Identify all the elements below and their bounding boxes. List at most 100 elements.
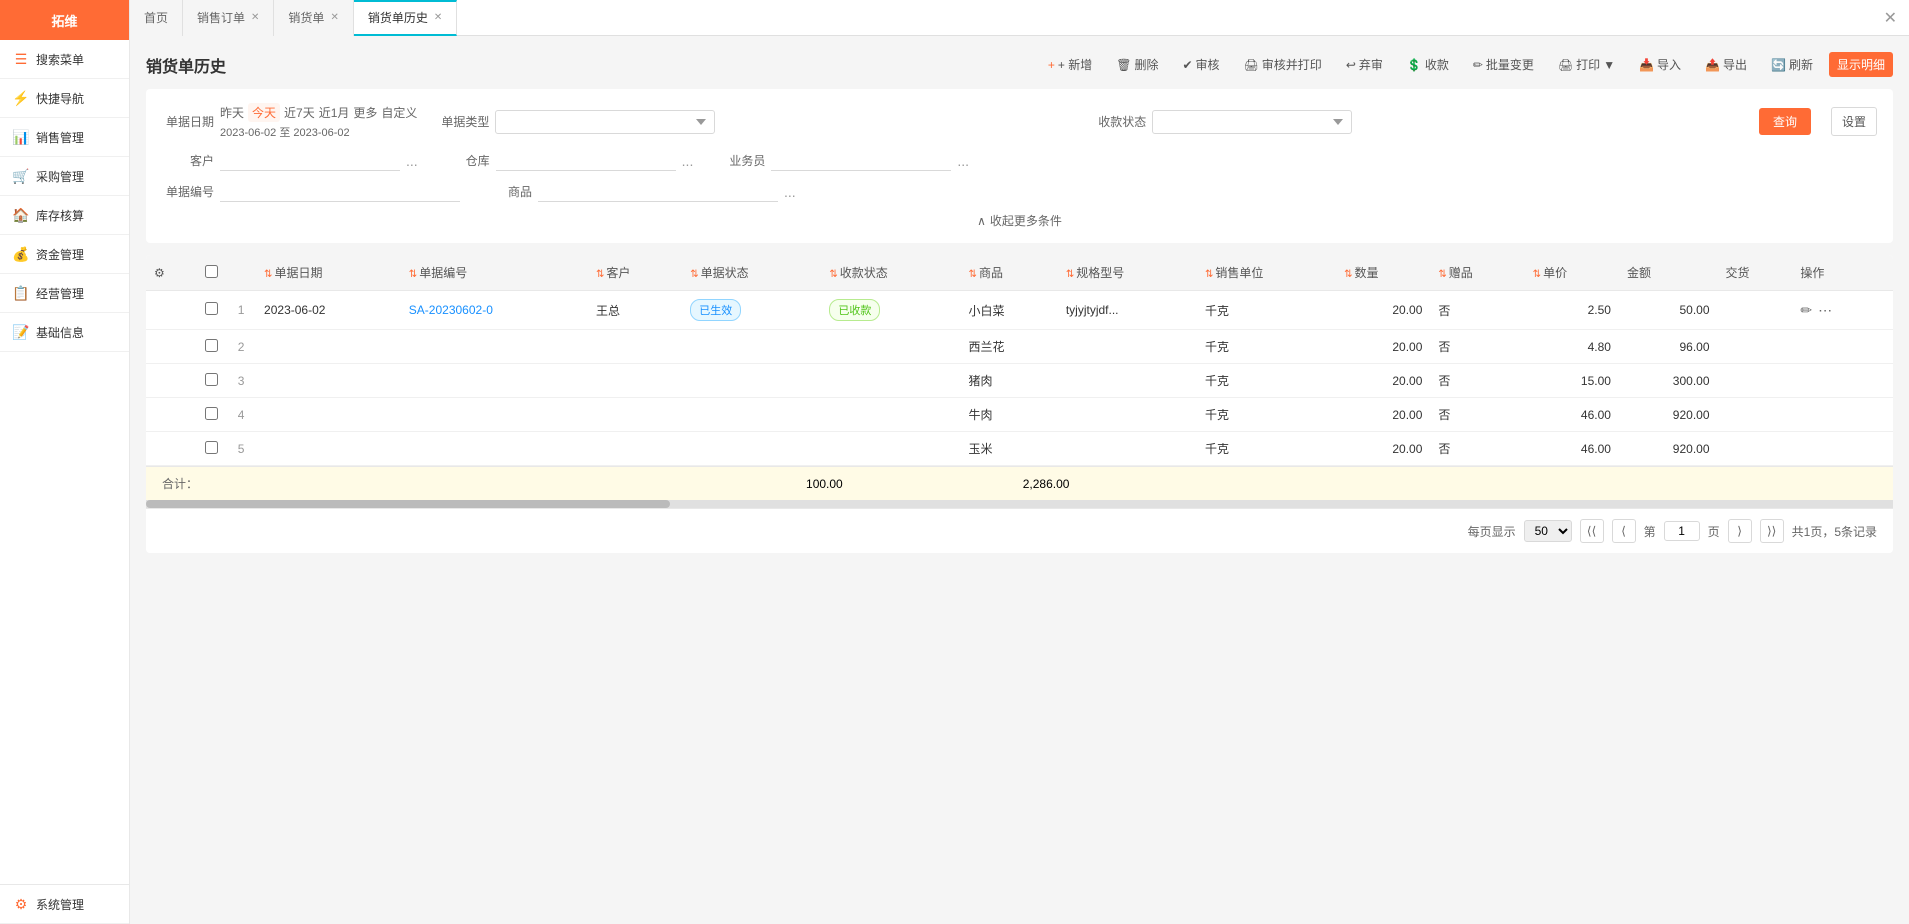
doc-no-link[interactable]: SA-20230602-0	[409, 303, 493, 317]
abandon-button[interactable]: ↩ 弃审	[1338, 52, 1391, 77]
tab-sales-history-label: 销货单历史	[368, 9, 428, 26]
sidebar-item-sales-mgmt[interactable]: 📊 销售管理	[0, 118, 129, 157]
shortcut-7days[interactable]: 近7天	[284, 104, 315, 121]
per-page-select[interactable]: 50	[1524, 520, 1572, 542]
gift-col-header[interactable]: ⇅赠品	[1430, 255, 1524, 291]
doc-no-col-header[interactable]: ⇅单据编号	[401, 255, 588, 291]
shortcut-today[interactable]: 今天	[248, 103, 280, 122]
gift-cell: 否	[1430, 364, 1524, 398]
next-page-button[interactable]: ⟩	[1728, 519, 1752, 543]
shortcut-yesterday[interactable]: 昨天	[220, 104, 244, 121]
warehouse-input[interactable]	[496, 150, 676, 171]
collect-button[interactable]: 💲 收款	[1399, 52, 1457, 77]
sidebar-item-quick-nav[interactable]: ⚡ 快捷导航	[0, 79, 129, 118]
sidebar-item-sys-mgmt[interactable]: ⚙ 系统管理	[0, 885, 129, 924]
sidebar-item-ops-mgmt[interactable]: 📋 经营管理	[0, 274, 129, 313]
spec-col-header[interactable]: ⇅规格型号	[1058, 255, 1197, 291]
shortcut-custom[interactable]: 自定义	[381, 104, 417, 121]
collect-label: 收款	[1425, 56, 1449, 73]
tab-sales-delivery-close[interactable]: ✕	[330, 12, 338, 23]
salesperson-input[interactable]	[771, 150, 951, 171]
tab-sales-delivery[interactable]: 销货单 ✕	[274, 0, 353, 36]
tab-sales-history-close[interactable]: ✕	[434, 12, 442, 23]
delete-button[interactable]: 🗑 删除	[1108, 52, 1166, 77]
unit-col-header[interactable]: ⇅销售单位	[1197, 255, 1336, 291]
import-button[interactable]: 📥 导入	[1631, 52, 1689, 77]
gear-col-header[interactable]: ⚙	[146, 255, 196, 291]
customer-ellipsis[interactable]: ...	[406, 153, 418, 169]
audit-print-button[interactable]: 🖨 审核并打印	[1236, 52, 1330, 77]
warehouse-ellipsis[interactable]: ...	[682, 153, 694, 169]
shortcut-more[interactable]: 更多	[353, 104, 377, 121]
tab-sales-history[interactable]: 销货单历史 ✕	[354, 0, 457, 36]
page-number-input[interactable]	[1664, 521, 1700, 541]
payment-status-col-header[interactable]: ⇅收款状态	[821, 255, 960, 291]
sidebar-item-search-menu[interactable]: ☰ 搜索菜单	[0, 40, 129, 79]
more-action-icon[interactable]: ⋯	[1818, 302, 1832, 318]
export-button[interactable]: 📤 导出	[1697, 52, 1755, 77]
prev-page-button[interactable]: ⟨	[1612, 519, 1636, 543]
shortcut-1month[interactable]: 近1月	[319, 104, 350, 121]
payment-status-select[interactable]	[1152, 110, 1352, 134]
collect-icon: 💲	[1407, 58, 1422, 72]
goods-input[interactable]	[538, 181, 778, 202]
sidebar: 拓维 ☰ 搜索菜单 ⚡ 快捷导航 📊 销售管理 🛒 采购管理 🏠 库存核算 💰 …	[0, 0, 130, 924]
print-button[interactable]: 🖨 打印 ▼	[1550, 52, 1623, 77]
import-label: 导入	[1657, 56, 1681, 73]
import-icon: 📥	[1639, 58, 1654, 72]
query-button[interactable]: 查询	[1759, 108, 1811, 135]
row-checkbox[interactable]	[205, 339, 218, 352]
row-checkbox[interactable]	[205, 373, 218, 386]
tab-sales-order[interactable]: 销售订单 ✕	[183, 0, 274, 36]
last-page-button[interactable]: ⟩⟩	[1760, 519, 1784, 543]
spec-cell	[1058, 432, 1197, 466]
settings-button[interactable]: 设置	[1831, 107, 1877, 136]
sidebar-item-purchase-mgmt[interactable]: 🛒 采购管理	[0, 157, 129, 196]
edit-action-icon[interactable]: ✏	[1800, 302, 1812, 318]
checkbox-cell	[196, 330, 226, 364]
new-button[interactable]: + + 新增	[1040, 52, 1100, 77]
doc-date-col-header[interactable]: ⇅单据日期	[256, 255, 401, 291]
amount-cell: 920.00	[1619, 432, 1718, 466]
sidebar-item-label: 搜索菜单	[36, 51, 84, 68]
audit-print-label: 审核并打印	[1262, 56, 1322, 73]
tab-home[interactable]: 首页	[130, 0, 183, 36]
row-checkbox[interactable]	[205, 302, 218, 315]
gear-icon: ⚙	[154, 266, 165, 280]
audit-button[interactable]: ✔ 审核	[1174, 52, 1227, 77]
goods-ellipsis[interactable]: ...	[784, 184, 796, 200]
sidebar-item-label: 快捷导航	[36, 90, 84, 107]
goods-col-header[interactable]: ⇅商品	[961, 255, 1058, 291]
select-all-checkbox[interactable]	[205, 265, 218, 278]
sidebar-item-inventory[interactable]: 🏠 库存核算	[0, 196, 129, 235]
row-checkbox[interactable]	[205, 407, 218, 420]
quantity-cell: 20.00	[1336, 398, 1430, 432]
tab-close-all-button[interactable]: ✕	[1872, 8, 1909, 28]
sys-mgmt-icon: ⚙	[12, 895, 30, 913]
scrollbar-area[interactable]	[146, 500, 1893, 508]
batch-change-button[interactable]: ✏ 批量变更	[1465, 52, 1542, 77]
refresh-icon: 🔄	[1771, 58, 1786, 72]
scrollbar-thumb[interactable]	[146, 500, 670, 508]
customer-input[interactable]	[220, 150, 400, 171]
unit-price-col-header[interactable]: ⇅单价	[1525, 255, 1619, 291]
tab-sales-order-close[interactable]: ✕	[251, 12, 259, 23]
sidebar-item-basic-info[interactable]: 📝 基础信息	[0, 313, 129, 352]
refresh-button[interactable]: 🔄 刷新	[1763, 52, 1821, 77]
quantity-col-header[interactable]: ⇅数量	[1336, 255, 1430, 291]
main-content: 首页 销售订单 ✕ 销货单 ✕ 销货单历史 ✕ ✕ 销货单历史 + + 新增	[130, 0, 1909, 924]
customer-col-header[interactable]: ⇅客户	[588, 255, 682, 291]
collapse-button[interactable]: ∧ 收起更多条件	[162, 212, 1877, 229]
action-cell	[1792, 330, 1893, 364]
doc-status-col-header[interactable]: ⇅单据状态	[682, 255, 821, 291]
sidebar-item-finance-mgmt[interactable]: 💰 资金管理	[0, 235, 129, 274]
first-page-button[interactable]: ⟨⟨	[1580, 519, 1604, 543]
ops-icon: 📋	[12, 284, 30, 302]
row-checkbox[interactable]	[205, 441, 218, 454]
doctype-select[interactable]	[495, 110, 715, 134]
docno-input[interactable]	[220, 181, 460, 202]
audit-print-icon: 🖨	[1244, 58, 1259, 72]
salesperson-ellipsis[interactable]: ...	[957, 153, 969, 169]
show-details-button[interactable]: 显示明细	[1829, 52, 1893, 77]
sort-icon: ⇅	[1205, 269, 1213, 280]
